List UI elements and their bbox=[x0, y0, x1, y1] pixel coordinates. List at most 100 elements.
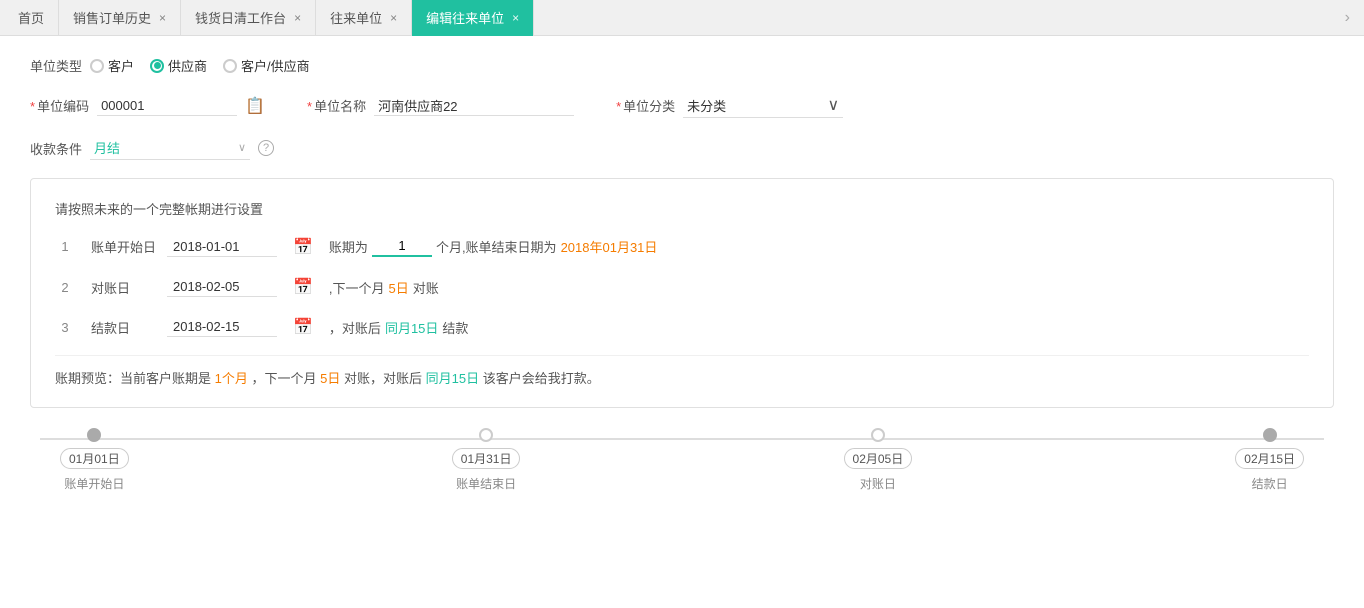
row-label-3: 结款日 bbox=[91, 318, 151, 337]
chevron-down-icon: ∨ bbox=[827, 95, 839, 115]
preview-mid2: 对账，对账后 bbox=[344, 371, 422, 386]
preview-section: 账期预览：当前客户账期是 1个月 ，下一个月 5日 对账，对账后 同月15日 该… bbox=[55, 355, 1309, 387]
row-date-3: 2018-02-15 bbox=[167, 317, 277, 337]
radio-label-customer: 客户 bbox=[108, 56, 134, 75]
tab-home[interactable]: 首页 bbox=[4, 0, 59, 36]
timeline-label-3: 对账日 bbox=[860, 475, 896, 492]
timeline-label-4: 结款日 bbox=[1252, 475, 1288, 492]
row-date-2: 2018-02-05 bbox=[167, 277, 277, 297]
period-rows: 1 账单开始日 2018-01-01 📅 账期为 个月,账单结束日期为 2018… bbox=[55, 236, 1309, 337]
period-months-input[interactable] bbox=[372, 236, 432, 257]
payment-terms-group: 收款条件 月结 ∨ ? bbox=[30, 136, 274, 160]
tab-close-partners[interactable]: × bbox=[390, 11, 397, 25]
radio-circle-supplier bbox=[150, 59, 164, 73]
payment-terms-chevron-icon: ∨ bbox=[238, 141, 246, 154]
unit-type-label: 单位类型 bbox=[30, 56, 82, 75]
preview-prefix: 账期预览：当前客户账期是 bbox=[55, 371, 211, 386]
cal-icon-1[interactable]: 📅 bbox=[293, 237, 313, 257]
timeline-dot-4 bbox=[1263, 428, 1277, 442]
unit-code-group: *单位编码 📋 bbox=[30, 96, 265, 116]
timeline-label-2: 账单结束日 bbox=[456, 475, 516, 492]
help-icon[interactable]: ? bbox=[258, 140, 274, 156]
preview-suffix: 该客户会给我打款。 bbox=[483, 371, 600, 386]
radio-circle-customer bbox=[90, 59, 104, 73]
unit-category-group: *单位分类 未分类 ∨ bbox=[616, 93, 843, 118]
main-content: 单位类型 客户 供应商 客户/供应商 *单位编码 bbox=[0, 36, 1364, 608]
timeline-date-2: 01月31日 bbox=[452, 448, 521, 469]
timeline-points: 01月01日 账单开始日 01月31日 账单结束日 02月05日 对账日 02月… bbox=[60, 428, 1304, 492]
radio-both[interactable]: 客户/供应商 bbox=[223, 56, 310, 75]
unit-code-input[interactable] bbox=[97, 96, 237, 116]
tab-close-sales-history[interactable]: × bbox=[159, 11, 166, 25]
tab-cash-work[interactable]: 钱货日清工作台 × bbox=[181, 0, 316, 36]
timeline-point-3: 02月05日 对账日 bbox=[844, 428, 913, 492]
suffix-before-1: 账期为 bbox=[329, 237, 368, 256]
timeline-date-3: 02月05日 bbox=[844, 448, 913, 469]
row-label-2: 对账日 bbox=[91, 278, 151, 297]
timeline-point-1: 01月01日 账单开始日 bbox=[60, 428, 129, 492]
row-num-1: 1 bbox=[55, 239, 75, 254]
suffix-after-2: 对账 bbox=[413, 278, 439, 297]
timeline-dot-3 bbox=[871, 428, 885, 442]
preview-day15: 同月15日 bbox=[426, 371, 479, 386]
tab-close-edit-partner[interactable]: × bbox=[512, 11, 519, 25]
timeline-dot-1 bbox=[87, 428, 101, 442]
copy-icon[interactable]: 📋 bbox=[245, 96, 265, 116]
unit-type-group: 单位类型 客户 供应商 客户/供应商 bbox=[30, 56, 310, 75]
suffix-before-3: ，对账后 bbox=[329, 318, 381, 337]
cal-icon-3[interactable]: 📅 bbox=[293, 317, 313, 337]
period-row-3: 3 结款日 2018-02-15 📅 ，对账后 同月15日 结款 bbox=[55, 317, 1309, 337]
unit-name-input[interactable] bbox=[374, 96, 574, 116]
section-title: 请按照未来的一个完整帐期进行设置 bbox=[55, 199, 1309, 218]
unit-type-row: 单位类型 客户 供应商 客户/供应商 bbox=[30, 56, 1334, 75]
payment-terms-row: 收款条件 月结 ∨ ? bbox=[30, 136, 1334, 160]
payment-day: 同月15日 bbox=[385, 318, 438, 337]
period-end-date: 2018年01月31日 bbox=[561, 237, 658, 256]
unit-category-value: 未分类 bbox=[687, 96, 726, 115]
payment-terms-label: 收款条件 bbox=[30, 139, 82, 158]
radio-label-supplier: 供应商 bbox=[168, 56, 207, 75]
row-num-3: 3 bbox=[55, 320, 75, 335]
timeline-date-1: 01月01日 bbox=[60, 448, 129, 469]
timeline-date-4: 02月15日 bbox=[1235, 448, 1304, 469]
radio-circle-both bbox=[223, 59, 237, 73]
row-suffix-2: ,下一个月 5日 对账 bbox=[329, 278, 439, 297]
payment-terms-dropdown[interactable]: 月结 ∨ bbox=[90, 136, 250, 160]
suffix-before-2: ,下一个月 bbox=[329, 278, 385, 297]
period-row-1: 1 账单开始日 2018-01-01 📅 账期为 个月,账单结束日期为 2018… bbox=[55, 236, 1309, 257]
preview-day5: 5日 bbox=[320, 371, 340, 386]
unit-code-label: *单位编码 bbox=[30, 96, 89, 115]
tab-edit-partner[interactable]: 编辑往来单位 × bbox=[412, 0, 534, 36]
cal-icon-2[interactable]: 📅 bbox=[293, 277, 313, 297]
row-suffix-1: 账期为 个月,账单结束日期为 2018年01月31日 bbox=[329, 236, 657, 257]
timeline-point-2: 01月31日 账单结束日 bbox=[452, 428, 521, 492]
tab-more-button[interactable]: › bbox=[1335, 9, 1360, 27]
timeline-point-4: 02月15日 结款日 bbox=[1235, 428, 1304, 492]
unit-name-group: *单位名称 bbox=[307, 96, 574, 116]
tab-bar: 首页 销售订单历史 × 钱货日清工作台 × 往来单位 × 编辑往来单位 × › bbox=[0, 0, 1364, 36]
timeline-dot-2 bbox=[479, 428, 493, 442]
radio-supplier[interactable]: 供应商 bbox=[150, 56, 207, 75]
row-date-1: 2018-01-01 bbox=[167, 237, 277, 257]
tab-sales-history[interactable]: 销售订单历史 × bbox=[59, 0, 181, 36]
suffix-after-3: 结款 bbox=[442, 318, 468, 337]
unit-category-dropdown[interactable]: 未分类 ∨ bbox=[683, 93, 843, 118]
preview-mid: ，下一个月 bbox=[252, 371, 317, 386]
period-settings-section: 请按照未来的一个完整帐期进行设置 1 账单开始日 2018-01-01 📅 账期… bbox=[30, 178, 1334, 408]
row-num-2: 2 bbox=[55, 280, 75, 295]
timeline-label-1: 账单开始日 bbox=[64, 475, 124, 492]
radio-customer[interactable]: 客户 bbox=[90, 56, 134, 75]
period-row-2: 2 对账日 2018-02-05 📅 ,下一个月 5日 对账 bbox=[55, 277, 1309, 297]
radio-group-unit-type: 客户 供应商 客户/供应商 bbox=[90, 56, 310, 75]
suffix-after-1: 个月,账单结束日期为 bbox=[436, 237, 557, 256]
preview-1month: 1个月 bbox=[215, 371, 248, 386]
unit-info-row: *单位编码 📋 *单位名称 *单位分类 未分类 ∨ bbox=[30, 93, 1334, 118]
radio-label-both: 客户/供应商 bbox=[241, 56, 310, 75]
unit-category-label: *单位分类 bbox=[616, 96, 675, 115]
tab-close-cash-work[interactable]: × bbox=[294, 11, 301, 25]
unit-name-label: *单位名称 bbox=[307, 96, 366, 115]
tab-partners[interactable]: 往来单位 × bbox=[316, 0, 412, 36]
row-label-1: 账单开始日 bbox=[91, 237, 151, 256]
payment-terms-value: 月结 bbox=[94, 138, 120, 157]
reconcile-day: 5日 bbox=[389, 278, 409, 297]
